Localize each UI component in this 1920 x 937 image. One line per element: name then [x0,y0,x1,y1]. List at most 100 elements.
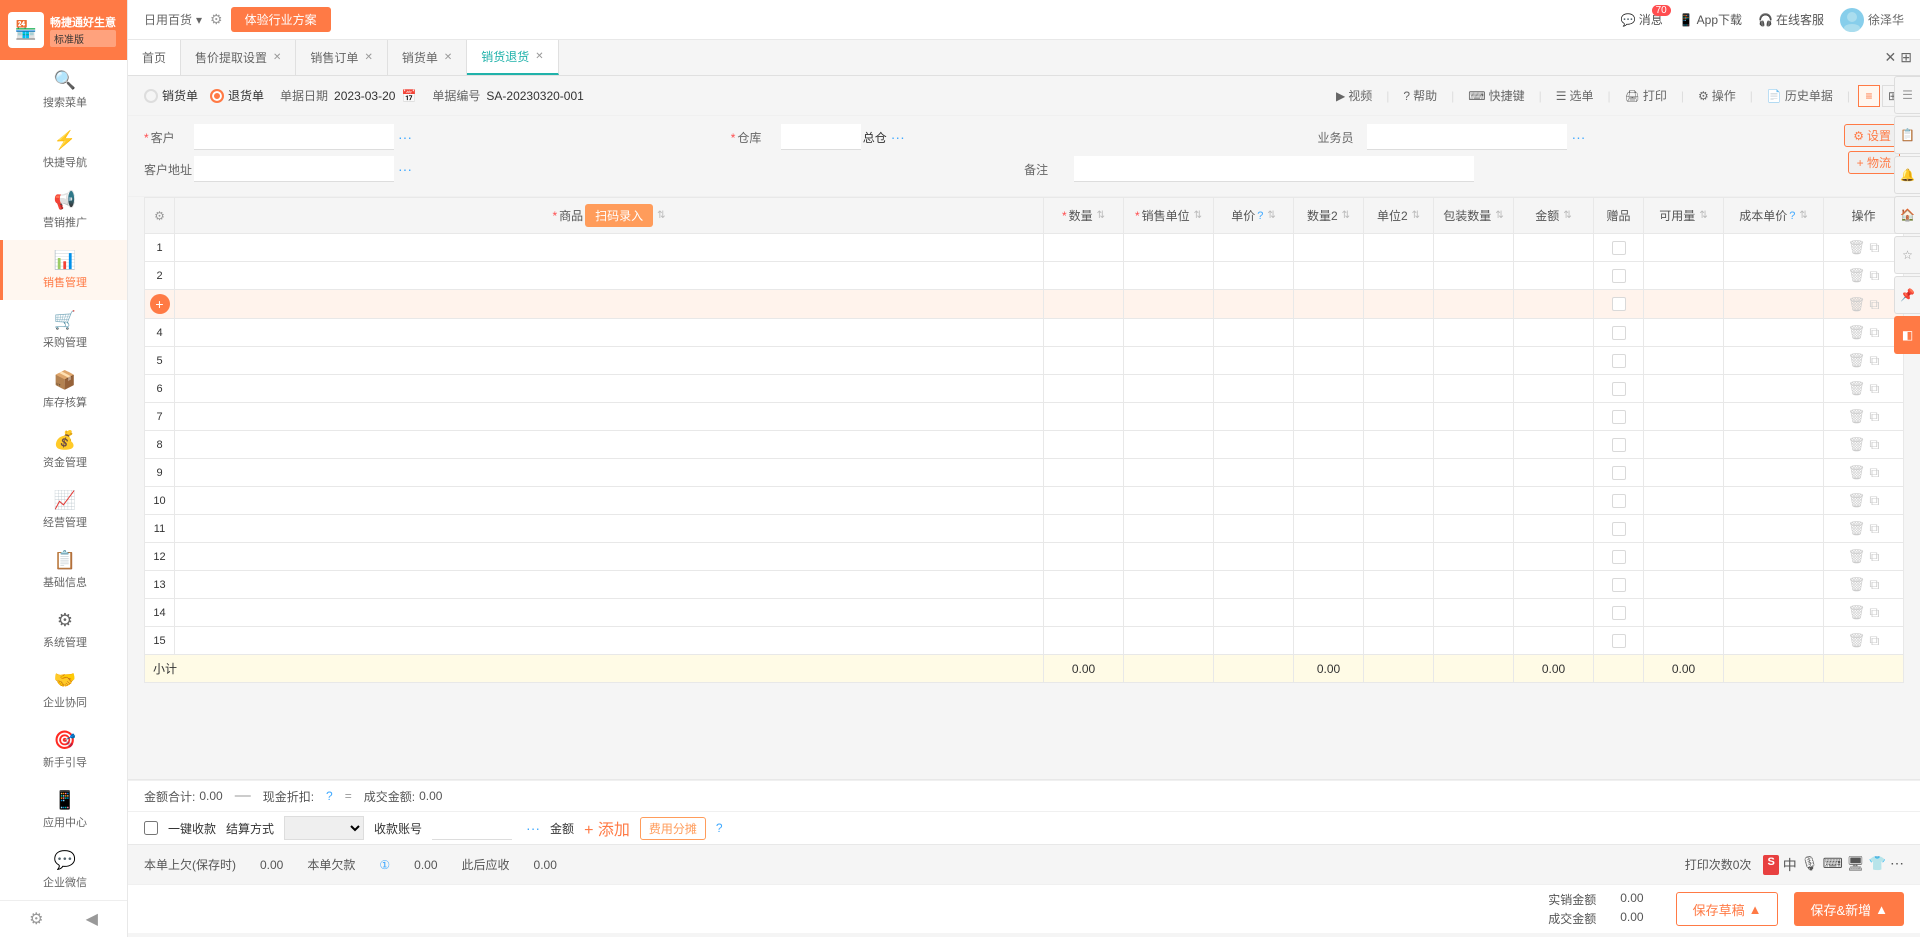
product-cell[interactable] [175,571,1044,599]
rq-btn-3[interactable]: 🔔 [1894,156,1920,194]
sidebar-item-marketing[interactable]: 📢 营销推广 [0,180,127,240]
pack-qty-cell[interactable] [1434,375,1514,403]
pack-qty-cell[interactable] [1434,627,1514,655]
tab-home[interactable]: 首页 [128,40,181,75]
product-cell[interactable] [175,375,1044,403]
gift-checkbox[interactable] [1612,438,1626,452]
amount-sort-icon[interactable]: ⇅ [1563,210,1571,221]
available-cell[interactable] [1644,459,1724,487]
cost-unit-cell[interactable] [1724,543,1824,571]
cost-sort-icon[interactable]: ⇅ [1799,210,1807,221]
quantity-cell[interactable] [1044,375,1124,403]
unit2-cell[interactable] [1364,543,1434,571]
quantity2-cell[interactable] [1294,319,1364,347]
gift-checkbox[interactable] [1612,354,1626,368]
amount-cell[interactable] [1514,571,1594,599]
unit-cell[interactable] [1124,234,1214,262]
copy-row-icon[interactable]: ⧉ [1869,352,1879,369]
cost-unit-cell[interactable] [1724,375,1824,403]
unit2-cell[interactable] [1364,627,1434,655]
copy-row-icon[interactable]: ⧉ [1869,520,1879,537]
gift-checkbox[interactable] [1612,269,1626,283]
quantity2-cell[interactable] [1294,290,1364,319]
price-cell[interactable] [1214,459,1294,487]
quantity2-cell[interactable] [1294,543,1364,571]
status-icon-key[interactable]: ⌨ [1823,855,1843,875]
close-all-tabs-btn[interactable]: ✕ [1885,49,1897,66]
message-btn[interactable]: 💬 消息 70 [1621,11,1663,28]
gift-checkbox[interactable] [1612,494,1626,508]
delete-row-icon[interactable]: 🗑 [1848,380,1866,397]
quantity2-cell[interactable] [1294,375,1364,403]
select-btn[interactable]: ☰ 选单 [1550,84,1600,107]
amount-cell[interactable] [1514,543,1594,571]
price-cell[interactable] [1214,543,1294,571]
copy-row-icon[interactable]: ⧉ [1869,464,1879,481]
quantity-cell[interactable] [1044,627,1124,655]
quantity2-cell[interactable] [1294,234,1364,262]
tab-sale-price-close[interactable]: ✕ [273,53,281,63]
copy-row-icon[interactable]: ⧉ [1869,267,1879,284]
gift-checkbox[interactable] [1612,550,1626,564]
gift-checkbox[interactable] [1612,241,1626,255]
calendar-icon[interactable]: 📅 [401,89,416,103]
price-sort-icon[interactable]: ⇅ [1267,210,1275,221]
available-cell[interactable] [1644,431,1724,459]
delete-row-icon[interactable]: 🗑 [1848,492,1866,509]
product-cell[interactable] [175,234,1044,262]
delete-row-icon[interactable]: 🗑 [1848,604,1866,621]
pack-qty-cell[interactable] [1434,543,1514,571]
quantity-cell[interactable] [1044,290,1124,319]
rq-btn-7[interactable]: ◧ [1894,316,1920,354]
quantity-cell[interactable] [1044,347,1124,375]
quantity-cell[interactable] [1044,262,1124,290]
delete-row-icon[interactable]: 🗑 [1848,352,1866,369]
delete-row-icon[interactable]: 🗑 [1848,408,1866,425]
status-icon-zhong[interactable]: 中 [1783,855,1797,875]
cost-unit-cell[interactable] [1724,403,1824,431]
quantity2-cell[interactable] [1294,347,1364,375]
account-input[interactable] [432,816,512,840]
amount-cell[interactable] [1514,403,1594,431]
quantity2-cell[interactable] [1294,571,1364,599]
radio-return[interactable]: 退货单 [210,87,264,104]
expand-tabs-btn[interactable]: ⊞ [1900,49,1912,66]
price-cell[interactable] [1214,487,1294,515]
product-cell[interactable] [175,431,1044,459]
available-cell[interactable] [1644,375,1724,403]
product-cell[interactable] [175,319,1044,347]
quantity-cell[interactable] [1044,487,1124,515]
unit2-cell[interactable] [1364,347,1434,375]
quantity2-cell[interactable] [1294,627,1364,655]
cost-unit-cell[interactable] [1724,571,1824,599]
user-menu[interactable]: 徐泽华 [1840,8,1904,32]
sidebar-item-enterprise[interactable]: 🤝 企业协同 [0,660,127,720]
collapse-btn[interactable]: ◀ [86,909,98,929]
sidebar-item-finance[interactable]: 💰 资金管理 [0,420,127,480]
tab-sale-price[interactable]: 售价提取设置 ✕ [181,40,296,75]
delete-row-icon[interactable]: 🗑 [1848,548,1866,565]
settings-icon[interactable]: ⚙ [210,11,223,28]
sidebar-item-wechat[interactable]: 💬 企业微信 [0,840,127,900]
pack-qty-cell[interactable] [1434,234,1514,262]
expense-split-btn[interactable]: 费用分摊 [640,817,706,840]
sidebar-item-basic[interactable]: 📋 基础信息 [0,540,127,600]
copy-row-icon[interactable]: ⧉ [1869,324,1879,341]
tab-sale-delivery-close[interactable]: ✕ [444,53,452,63]
avail-sort-icon[interactable]: ⇅ [1699,210,1707,221]
quantity2-cell[interactable] [1294,431,1364,459]
quantity-cell[interactable] [1044,319,1124,347]
cost-hint-icon[interactable]: ? [1789,210,1795,222]
shortcut-btn[interactable]: ⌨ 快捷键 [1462,84,1530,107]
tab-sale-delivery[interactable]: 销货单 ✕ [388,40,467,75]
delete-row-icon[interactable]: 🗑 [1848,576,1866,593]
status-icon-tshirt[interactable]: 👕 [1869,855,1886,875]
copy-row-icon[interactable]: ⧉ [1869,548,1879,565]
tab-sale-order-close[interactable]: ✕ [364,53,372,63]
available-cell[interactable] [1644,262,1724,290]
sidebar-item-sales[interactable]: 📊 销售管理 [0,240,127,300]
delete-row-icon[interactable]: 🗑 [1848,464,1866,481]
available-cell[interactable] [1644,487,1724,515]
quantity-cell[interactable] [1044,403,1124,431]
amount-cell[interactable] [1514,431,1594,459]
